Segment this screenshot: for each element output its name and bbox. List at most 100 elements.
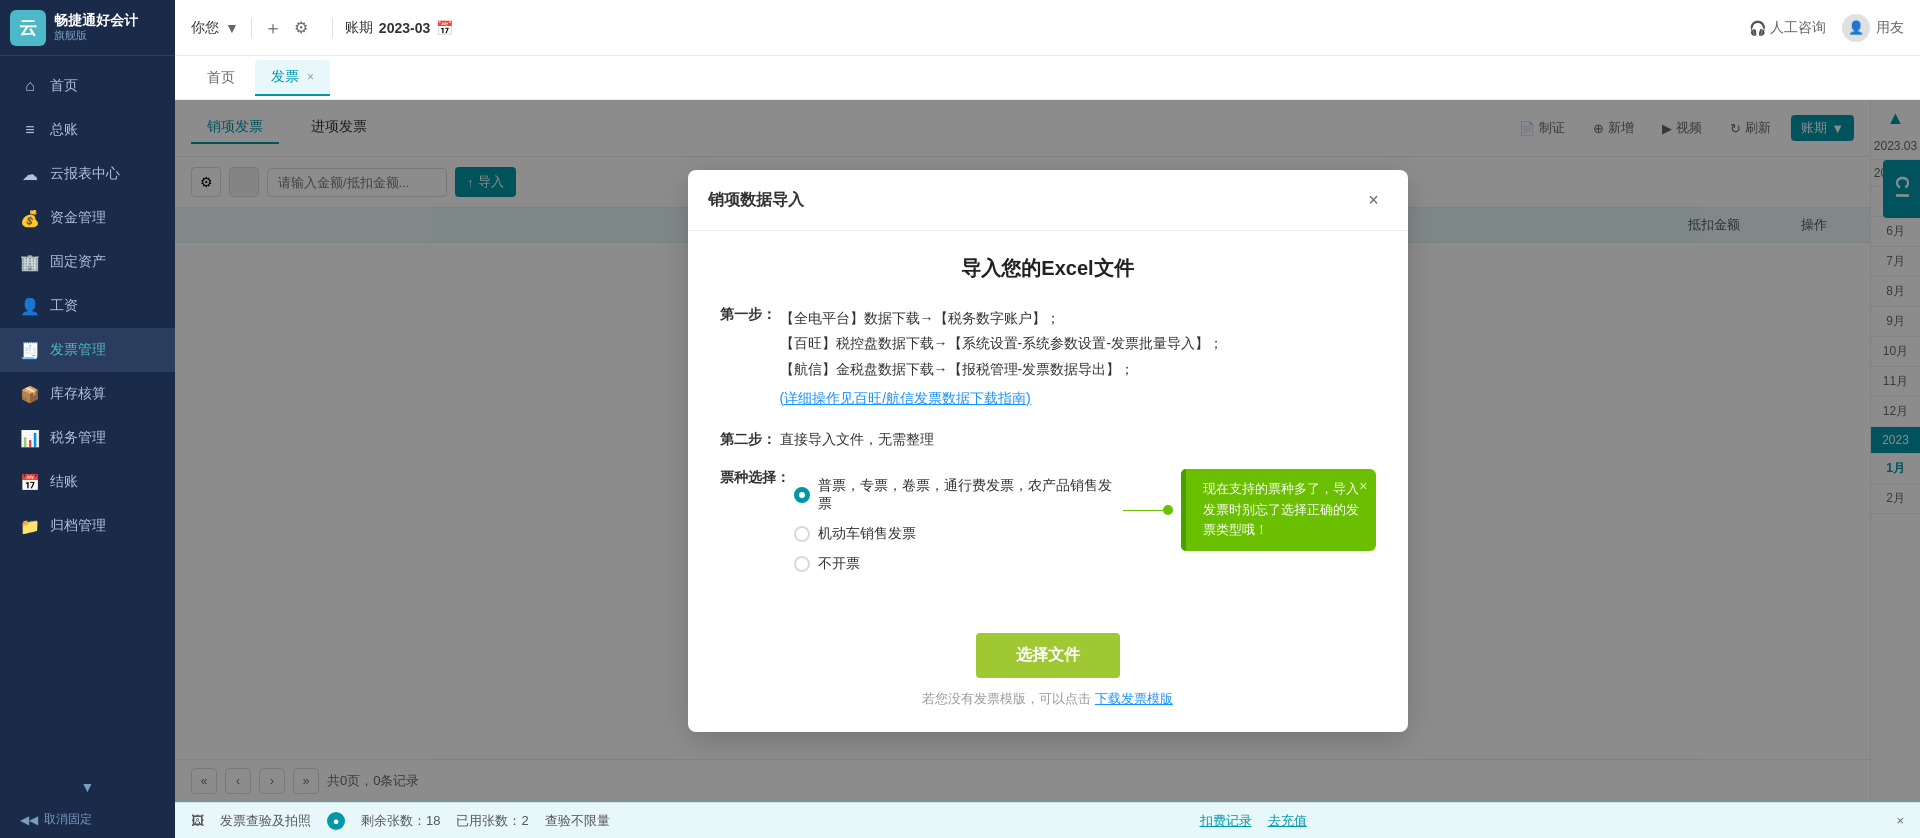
sidebar-label-salary: 工资 [50,297,78,315]
sidebar-label-home: 首页 [50,77,78,95]
modal-hint: 若您没有发票模版，可以点击 下载发票模版 [922,690,1173,708]
modal-overlay[interactable]: 销项数据导入 × 导入您的Excel文件 第一步： 【全电平台】数据下载→【税务… [175,100,1920,802]
inventory-icon: 📦 [20,384,40,404]
sidebar-item-inventory[interactable]: 📦 库存核算 [0,372,175,416]
step2-content: 直接导入文件，无需整理 [780,431,934,449]
sidebar-item-ledger[interactable]: ≡ 总账 [0,108,175,152]
tooltip-close-button[interactable]: × [1359,475,1367,497]
tax-icon: 📊 [20,428,40,448]
sidebar-item-tax[interactable]: 📊 税务管理 [0,416,175,460]
download-template-link[interactable]: 下载发票模版 [1095,691,1173,706]
calendar-icon[interactable]: 📅 [436,20,453,36]
step1-content: 【全电平台】数据下载→【税务数字账户】； 【百旺】税控盘数据下载→【系统设置-系… [780,306,1223,411]
company-name: 你您 [191,19,219,37]
ledger-icon: ≡ [20,120,40,140]
invoice-type-label: 票种选择： [720,469,790,487]
logo-text-block: 畅捷通好会计 旗舰版 [54,12,138,44]
period-value: 2023-03 [379,20,430,36]
settings-icon[interactable]: ⚙ [294,18,308,37]
page-area: 销项发票 进项发票 📄 制证 ⊕ 新增 ▶ 视频 [175,100,1920,802]
avatar: 👤 [1842,14,1870,42]
logo-icon: 云 [10,10,46,46]
step1-link[interactable]: (详细操作见百旺/航信发票数据下载指南) [780,390,1031,406]
period-label: 账期 [345,19,373,37]
sidebar-label-invoice: 发票管理 [50,341,106,359]
topbar-divider-1 [251,18,252,38]
recharge-link[interactable]: 去充值 [1268,812,1307,830]
sidebar-label-settle: 结账 [50,473,78,491]
fund-icon: 💰 [20,208,40,228]
sidebar-label-inventory: 库存核算 [50,385,106,403]
sidebar-label-archive: 归档管理 [50,517,106,535]
modal-body: 导入您的Excel文件 第一步： 【全电平台】数据下载→【税务数字账户】； 【百… [688,231,1408,617]
hint-text: 若您没有发票模版，可以点击 [922,691,1091,706]
radio-non-invoice-circle [794,556,810,572]
tooltip-accent-bar [1181,469,1186,551]
statusbar-close-button[interactable]: × [1896,813,1904,828]
fee-record-link[interactable]: 扣费记录 [1200,812,1252,830]
tooltip-container: 现在支持的票种多了，导入发票时别忘了选择正确的发票类型哦！ × [1123,469,1376,551]
archive-icon: 📁 [20,516,40,536]
modal-import: 销项数据导入 × 导入您的Excel文件 第一步： 【全电平台】数据下载→【税务… [688,170,1408,732]
status-text4: 查验不限量 [545,812,610,830]
statusbar: 🖼 发票查验及拍照 ● 剩余张数：18 已用张数：2 查验不限量 扣费记录 去充… [175,802,1920,838]
main-content: 你您 ▼ ＋ ⚙ 账期 2023-03 📅 🎧 人工咨询 👤 用友 [175,0,1920,838]
modal-title: 销项数据导入 [708,190,804,211]
modal-subtitle: 导入您的Excel文件 [720,255,1376,282]
modal-close-button[interactable]: × [1360,186,1388,214]
step1-label: 第一步： [720,306,776,324]
status-text1: 发票查验及拍照 [220,812,311,830]
sidebar-item-home[interactable]: ⌂ 首页 [0,64,175,108]
tab-close-invoice[interactable]: × [307,70,314,84]
logo-text: 畅捷通好会计 [54,12,138,29]
tab-home[interactable]: 首页 [191,61,251,95]
sidebar-item-cloud[interactable]: ☁ 云报表中心 [0,152,175,196]
sidebar-item-settle[interactable]: 📅 结账 [0,460,175,504]
status-badge: ● [327,812,345,830]
sidebar: 云 畅捷通好会计 旗舰版 ⌂ 首页 ≡ 总账 ☁ 云报表中心 💰 资金管理 [0,0,175,838]
status-text2: 剩余张数：18 [361,812,440,830]
step1-line1: 【全电平台】数据下载→【税务数字账户】； [780,306,1223,331]
consult-button[interactable]: 🎧 人工咨询 [1749,19,1826,37]
step2-section: 第二步： 直接导入文件，无需整理 [720,431,1376,449]
radio-motor-label: 机动车销售发票 [818,525,916,543]
sidebar-label-ledger: 总账 [50,121,78,139]
sidebar-cancel-fixed[interactable]: ◀◀ 取消固定 [0,801,175,838]
topbar-divider-2 [332,18,333,38]
company-arrow-icon: ▼ [225,20,239,36]
radio-normal-label: 普票，专票，卷票，通行费发票，农产品销售发票 [818,477,1123,513]
tooltip-text: 现在支持的票种多了，导入发票时别忘了选择正确的发票类型哦！ [1195,479,1362,541]
sidebar-label-assets: 固定资产 [50,253,106,271]
invoice-type-section: 票种选择： 普票，专票，卷票，通行费发票，农产品销售发票 机动车销售发票 [720,469,1376,573]
step2-label: 第二步： [720,431,776,449]
sidebar-item-assets[interactable]: 🏢 固定资产 [0,240,175,284]
sidebar-item-fund[interactable]: 💰 资金管理 [0,196,175,240]
company-selector[interactable]: 你您 ▼ [191,19,239,37]
step1-line3: 【航信】金税盘数据下载→【报税管理-发票数据导出】； [780,357,1223,382]
modal-header: 销项数据导入 × [688,170,1408,231]
tooltip-line-group [1123,505,1173,515]
modal-footer: 选择文件 若您没有发票模版，可以点击 下载发票模版 [688,617,1408,732]
tooltip-box: 现在支持的票种多了，导入发票时别忘了选择正确的发票类型哦！ × [1181,469,1376,551]
status-text3: 已用张数：2 [456,812,528,830]
radio-motor[interactable]: 机动车销售发票 [794,525,1123,543]
home-icon: ⌂ [20,76,40,96]
step1-section: 第一步： 【全电平台】数据下载→【税务数字账户】； 【百旺】税控盘数据下载→【系… [720,306,1376,411]
radio-normal-circle [794,487,810,503]
sidebar-item-salary[interactable]: 👤 工资 [0,284,175,328]
tooltip-connector-line [1123,510,1163,511]
tab-invoice[interactable]: 发票 × [255,60,330,96]
sidebar-label-cloud: 云报表中心 [50,165,120,183]
sidebar-item-invoice[interactable]: 🧾 发票管理 [0,328,175,372]
user-menu[interactable]: 👤 用友 [1842,14,1904,42]
sidebar-item-archive[interactable]: 📁 归档管理 [0,504,175,548]
tabbar: 首页 发票 × [175,56,1920,100]
status-icon: 🖼 [191,813,204,828]
add-icon[interactable]: ＋ [264,16,282,40]
sidebar-scroll-down[interactable]: ▼ [0,773,175,801]
radio-non-invoice[interactable]: 不开票 [794,555,1123,573]
radio-normal[interactable]: 普票，专票，卷票，通行费发票，农产品销售发票 [794,477,1123,513]
select-file-button[interactable]: 选择文件 [976,633,1120,678]
radio-non-invoice-label: 不开票 [818,555,860,573]
radio-group: 普票，专票，卷票，通行费发票，农产品销售发票 机动车销售发票 [794,477,1123,573]
